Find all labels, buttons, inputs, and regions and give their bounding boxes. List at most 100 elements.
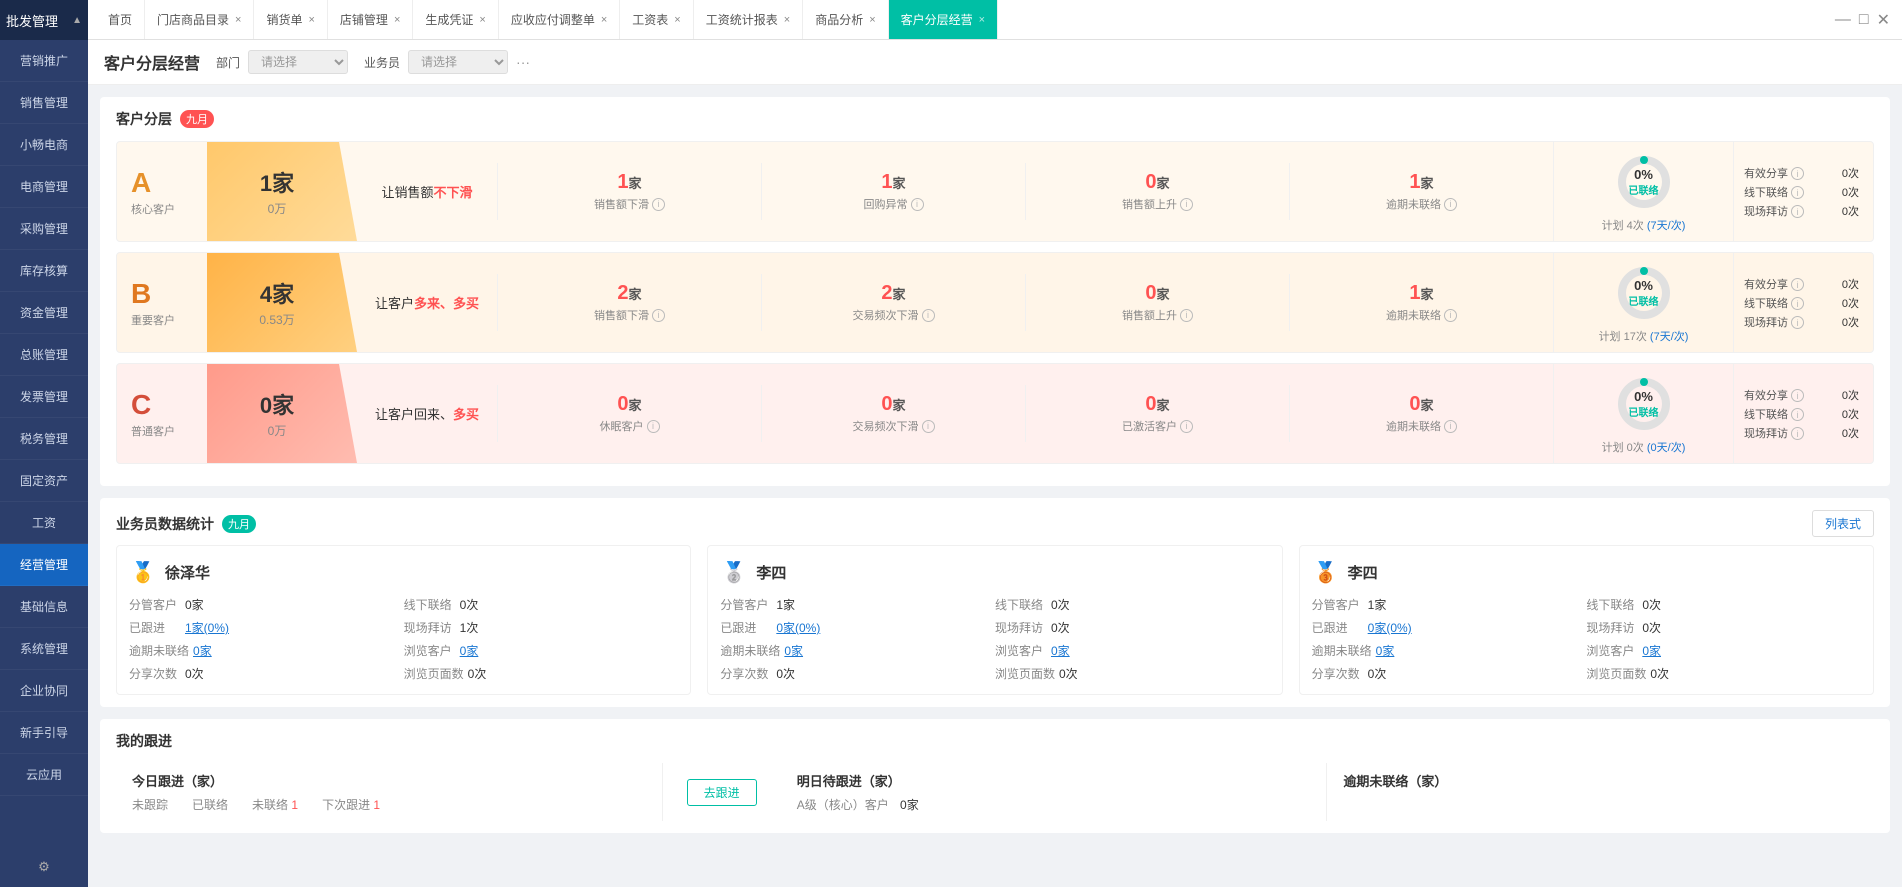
sidebar-item-发票管理[interactable]: 发票管理 [0,376,88,418]
sidebar-item-云应用[interactable]: 云应用 [0,754,88,796]
sp-stat-分享次数: 分享次数0次 [129,665,404,682]
sp-stat-val[interactable]: 1家(0%) [185,619,229,636]
metric-交易频次下滑[interactable]: 0家 交易频次下滑 i [761,385,1025,442]
sp-stat-val[interactable]: 0家 [1376,642,1395,659]
metric-休眠客户[interactable]: 0家 休眠客户 i [497,385,761,442]
goto-followup-button[interactable]: 去跟进 [687,779,757,806]
sp-stat-val[interactable]: 0家 [1051,642,1070,659]
donut-meta-B: 计划 17次 (7天/次) [1599,328,1689,344]
metric-销售额上升[interactable]: 0家 销售额上升 i [1025,274,1289,331]
tab-客户分层经营[interactable]: 客户分层经营× [889,0,998,40]
sp-stat-val[interactable]: 0家(0%) [1368,619,1412,636]
info-icon[interactable]: i [1180,420,1193,433]
sp-stat-val[interactable]: 0家 [1642,642,1661,659]
info-icon[interactable]: i [1444,309,1457,322]
sp-stat-val: 0次 [1059,665,1078,682]
sidebar-item-工资[interactable]: 工资 [0,502,88,544]
tab-close-门店商品目录[interactable]: × [235,14,241,26]
metric-交易频次下滑[interactable]: 2家 交易频次下滑 i [761,274,1025,331]
plan-link-C[interactable]: (0天/次) [1647,442,1686,454]
info-icon[interactable]: i [1180,309,1193,322]
sidebar-title: 批发管理 [6,11,58,30]
sp-stat-浏览客户: 浏览客户0家 [995,642,1270,659]
sidebar-item-销售管理[interactable]: 销售管理 [0,82,88,124]
sidebar-item-资金管理[interactable]: 资金管理 [0,292,88,334]
metric-逾期未联络[interactable]: 0家 逾期未联络 i [1289,385,1553,442]
sp-stat-val[interactable]: 0家 [784,642,803,659]
sidebar-item-企业协同[interactable]: 企业协同 [0,670,88,712]
tab-close-工资表[interactable]: × [674,14,680,26]
tab-bar: 首页门店商品目录×销货单×店铺管理×生成凭证×应收应付调整单×工资表×工资统计报… [88,0,1902,40]
tab-close-店铺管理[interactable]: × [394,14,400,26]
metric-逾期未联络[interactable]: 1家 逾期未联络 i [1289,163,1553,220]
plan-link-B[interactable]: (7天/次) [1650,331,1689,343]
sales-select[interactable]: 请选择 [408,50,508,74]
tab-首页[interactable]: 首页 [96,0,145,40]
sidebar-item-采购管理[interactable]: 采购管理 [0,208,88,250]
metric-已激活客户[interactable]: 0家 已激活客户 i [1025,385,1289,442]
tier-label-B: B重要客户 [117,253,207,352]
sidebar-item-新手引导[interactable]: 新手引导 [0,712,88,754]
tab-门店商品目录[interactable]: 门店商品目录× [145,0,254,40]
sidebar-item-库存核算[interactable]: 库存核算 [0,250,88,292]
sidebar-item-小畅电商[interactable]: 小畅电商 [0,124,88,166]
sp-stat-val[interactable]: 0家 [193,642,212,659]
tab-店铺管理[interactable]: 店铺管理× [328,0,413,40]
sp-stat-val[interactable]: 0家(0%) [776,619,820,636]
info-icon[interactable]: i [922,420,935,433]
sidebar-item-基础信息[interactable]: 基础信息 [0,586,88,628]
sidebar-gear-icon[interactable]: ⚙ [0,847,88,887]
window-close-icon[interactable]: ✕ [1877,10,1890,30]
salesperson-title: 业务员数据统计 [116,514,214,534]
info-icon[interactable]: i [1444,420,1457,433]
info-icon[interactable]: i [1180,198,1193,211]
tab-生成凭证[interactable]: 生成凭证× [413,0,498,40]
info-icon[interactable]: i [911,198,924,211]
tab-close-客户分层经营[interactable]: × [979,14,985,26]
info-icon[interactable]: i [652,198,665,211]
sidebar-item-营销推广[interactable]: 营销推广 [0,40,88,82]
info-icon[interactable]: i [652,309,665,322]
tab-close-销货单[interactable]: × [308,14,314,26]
info-icon[interactable]: i [922,309,935,322]
sidebar-item-固定资产[interactable]: 固定资产 [0,460,88,502]
sidebar-item-税务管理[interactable]: 税务管理 [0,418,88,460]
tab-close-应收应付调整单[interactable]: × [601,14,607,26]
tab-close-商品分析[interactable]: × [869,14,875,26]
metric-回购异常[interactable]: 1家 回购异常 i [761,163,1025,220]
tab-应收应付调整单[interactable]: 应收应付调整单× [499,0,620,40]
filter-more-icon[interactable]: ··· [516,54,530,70]
tomorrow-followup-col: 明日待跟进（家） A级（核心）客户 0家 [781,763,1328,821]
sidebar-item-总账管理[interactable]: 总账管理 [0,334,88,376]
sidebar-collapse-icon[interactable]: ▲ [72,15,82,26]
list-view-button[interactable]: 列表式 [1812,510,1874,537]
overdue-followup-col: 逾期未联络（家） [1327,763,1874,821]
tab-工资统计报表[interactable]: 工资统计报表× [694,0,803,40]
sp-stat-现场拜访: 现场拜访1次 [404,619,679,636]
metric-销售额下滑[interactable]: 1家 销售额下滑 i [497,163,761,220]
sidebar-item-经营管理[interactable]: 经营管理 [0,544,88,586]
metric-销售额下滑[interactable]: 2家 销售额下滑 i [497,274,761,331]
donut-chart-C: 0% 已联络 [1612,372,1676,436]
tier-trapezoid-C: 0家 0万 [207,364,357,463]
sp-stat-val[interactable]: 0家 [460,642,479,659]
sp-stat-label: 现场拜访 [404,619,456,636]
tab-销货单[interactable]: 销货单× [254,0,327,40]
tier-slogan-B: 让客户多来、多买 [357,253,497,352]
tab-商品分析[interactable]: 商品分析× [803,0,888,40]
window-minimize-icon[interactable]: — [1835,11,1851,29]
sidebar-item-系统管理[interactable]: 系统管理 [0,628,88,670]
metric-逾期未联络[interactable]: 1家 逾期未联络 i [1289,274,1553,331]
metric-销售额上升[interactable]: 0家 销售额上升 i [1025,163,1289,220]
window-restore-icon[interactable]: □ [1859,11,1869,29]
tab-close-工资统计报表[interactable]: × [784,14,790,26]
sidebar-item-电商管理[interactable]: 电商管理 [0,166,88,208]
plan-link-A[interactable]: (7天/次) [1647,220,1686,232]
tab-工资表[interactable]: 工资表× [620,0,693,40]
tab-close-生成凭证[interactable]: × [479,14,485,26]
info-icon[interactable]: i [647,420,660,433]
sp-card-2: 🥉 李四 分管客户1家线下联络0次已跟进0家(0%)现场拜访0次逾期未联络0家浏… [1299,545,1874,695]
dept-select[interactable]: 请选择 [248,50,348,74]
info-icon[interactable]: i [1444,198,1457,211]
sidebar-top[interactable]: 批发管理 ▲ [0,0,88,40]
